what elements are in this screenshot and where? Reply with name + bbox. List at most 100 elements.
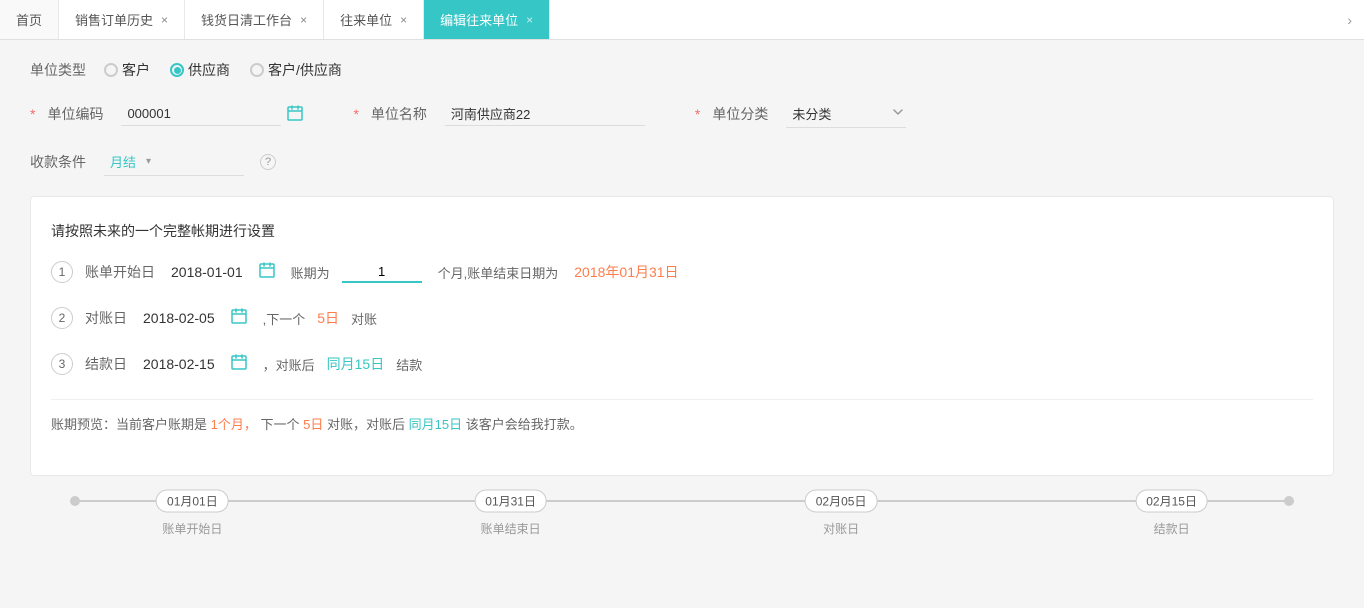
timeline-label-2: 账单结束日 — [481, 520, 541, 537]
step-3-num: 3 — [51, 353, 73, 375]
step-2-label: 对账日 — [85, 308, 127, 328]
unit-code-label: 单位编码 — [47, 104, 103, 124]
step-row-1: 1 账单开始日 2018-01-01 账期为 个月,账单结束日期为 2018年0… — [51, 261, 1313, 283]
timeline-start-dot — [70, 496, 80, 506]
preview-h1: 1个月， — [211, 417, 257, 432]
tab-sales-history-close[interactable]: × — [161, 13, 168, 27]
unit-category-label: 单位分类 — [712, 104, 768, 124]
tab-sales-history-label: 销售订单历史 — [75, 10, 153, 29]
step-3-date: 2018-02-15 — [143, 356, 215, 372]
preview-prefix: 账期预览：当前客户账期是 — [51, 417, 207, 432]
timeline-label-3: 对账日 — [823, 520, 859, 537]
payment-term-dropdown[interactable]: 月结 ▾ — [104, 148, 244, 176]
radio-customer[interactable]: 客户 — [104, 60, 150, 80]
tab-cash-workbench-close[interactable]: × — [300, 13, 307, 27]
step-3-label: 结款日 — [85, 354, 127, 374]
step-2-calendar-icon[interactable] — [231, 308, 247, 328]
tab-edit-partner-label: 编辑往来单位 — [440, 10, 518, 29]
radio-customer-label: 客户 — [122, 60, 150, 80]
unit-category-star: * — [695, 106, 700, 122]
tab-edit-partner[interactable]: 编辑往来单位 × — [424, 0, 550, 39]
timeline-labels: 账单开始日 账单结束日 对账日 结款日 — [70, 520, 1294, 540]
payment-term-label: 收款条件 — [30, 152, 86, 172]
radio-both-circle — [250, 63, 264, 77]
step-row-2: 2 对账日 2018-02-05 ,下一个 5日 对账 — [51, 307, 1313, 329]
payment-term-value: 月结 — [104, 148, 142, 175]
timeline-container: 01月01日 01月31日 02月05日 02月15日 账单开始日 账单结束日 … — [30, 476, 1334, 540]
tab-partner-units[interactable]: 往来单位 × — [324, 0, 424, 39]
step-1-period-unit: 个月,账单结束日期为 — [438, 263, 559, 282]
timeline-node-3: 02月05日 — [805, 490, 878, 513]
timeline-badge-1: 01月01日 — [156, 490, 229, 513]
tab-partner-units-close[interactable]: × — [400, 13, 407, 27]
tab-bar: 首页 销售订单历史 × 钱货日清工作台 × 往来单位 × 编辑往来单位 × › — [0, 0, 1364, 40]
step-1-calendar-icon[interactable] — [259, 262, 275, 282]
tab-home[interactable]: 首页 — [0, 0, 59, 39]
radio-both-label: 客户/供应商 — [268, 60, 342, 80]
timeline-label-1: 账单开始日 — [162, 520, 222, 537]
tab-cash-workbench[interactable]: 钱货日清工作台 × — [185, 0, 324, 39]
payment-term-help-icon[interactable]: ? — [260, 154, 276, 170]
unit-name-input[interactable] — [445, 102, 645, 126]
preview-h1-suffix: 下一个 — [261, 417, 300, 432]
card-title: 请按照未来的一个完整帐期进行设置 — [51, 221, 1313, 241]
timeline-node-2: 01月31日 — [474, 490, 547, 513]
radio-supplier-circle — [170, 63, 184, 77]
unit-category-select[interactable]: 未分类 — [786, 100, 906, 128]
timeline-badge-3: 02月05日 — [805, 490, 878, 513]
step-2-desc-highlight: 5日 — [317, 308, 339, 328]
unit-info-row: * 单位编码 * 单位名称 * 单位分类 未分类 — [30, 100, 1334, 128]
step-3-desc-highlight: 同月15日 — [327, 354, 385, 374]
account-preview: 账期预览：当前客户账期是 1个月， 下一个 5日 对账，对账后 同月15日 该客… — [51, 399, 1313, 451]
preview-h2: 5日 — [303, 417, 323, 432]
tab-cash-workbench-label: 钱货日清工作台 — [201, 10, 292, 29]
step-3-calendar-icon[interactable] — [231, 354, 247, 374]
radio-both[interactable]: 客户/供应商 — [250, 60, 342, 80]
step-row-3: 3 结款日 2018-02-15 ，对账后 同月15日 结款 — [51, 353, 1313, 375]
timeline-node-1: 01月01日 — [156, 490, 229, 513]
step-1-period-label: 账期为 — [291, 263, 330, 282]
unit-type-label: 单位类型 — [30, 60, 86, 80]
unit-code-input[interactable] — [121, 102, 281, 126]
tab-home-label: 首页 — [16, 10, 42, 29]
tab-partner-units-label: 往来单位 — [340, 10, 392, 29]
step-1-period-end: 2018年01月31日 — [574, 262, 678, 282]
unit-category-arrow-icon — [890, 104, 906, 123]
radio-customer-circle — [104, 63, 118, 77]
preview-suffix: 该客户会给我打款。 — [466, 417, 583, 432]
timeline-end-dot — [1284, 496, 1294, 506]
chevron-right-icon: › — [1347, 12, 1352, 28]
unit-category-value: 未分类 — [786, 100, 837, 127]
tab-edit-partner-close[interactable]: × — [526, 13, 533, 27]
payment-term-arrow-icon: ▾ — [142, 156, 155, 167]
step-2-desc-suffix: 对账 — [351, 309, 377, 328]
unit-name-star: * — [353, 106, 358, 122]
step-2-num: 2 — [51, 307, 73, 329]
step-1-date: 2018-01-01 — [171, 264, 243, 280]
period-value-input[interactable] — [342, 262, 422, 283]
step-3-desc-prefix: ，对账后 — [263, 355, 315, 374]
unit-type-radio-group: 客户 供应商 客户/供应商 — [104, 60, 342, 80]
timeline-line — [70, 500, 1294, 502]
unit-code-field-wrapper — [121, 102, 303, 126]
step-2-desc-prefix: ,下一个 — [263, 309, 306, 328]
preview-h3: 同月15日 — [409, 417, 462, 432]
timeline-badge-2: 01月31日 — [474, 490, 547, 513]
timeline-node-4: 02月15日 — [1135, 490, 1208, 513]
content-area: 单位类型 客户 供应商 客户/供应商 * 单位编码 — [0, 40, 1364, 608]
radio-supplier-label: 供应商 — [188, 60, 230, 80]
tab-expand-btn[interactable]: › — [1335, 0, 1364, 39]
timeline-badge-4: 02月15日 — [1135, 490, 1208, 513]
step-1-label: 账单开始日 — [85, 262, 155, 282]
unit-name-label: 单位名称 — [371, 104, 427, 124]
preview-middle: 对账，对账后 — [327, 417, 405, 432]
timeline-label-4: 结款日 — [1154, 520, 1190, 537]
step-2-date: 2018-02-05 — [143, 310, 215, 326]
unit-code-star: * — [30, 106, 35, 122]
tab-sales-history[interactable]: 销售订单历史 × — [59, 0, 185, 39]
step-1-num: 1 — [51, 261, 73, 283]
settings-card: 请按照未来的一个完整帐期进行设置 1 账单开始日 2018-01-01 账期为 … — [30, 196, 1334, 476]
unit-type-row: 单位类型 客户 供应商 客户/供应商 — [30, 60, 1334, 80]
radio-supplier[interactable]: 供应商 — [170, 60, 230, 80]
unit-code-icon[interactable] — [287, 105, 303, 124]
